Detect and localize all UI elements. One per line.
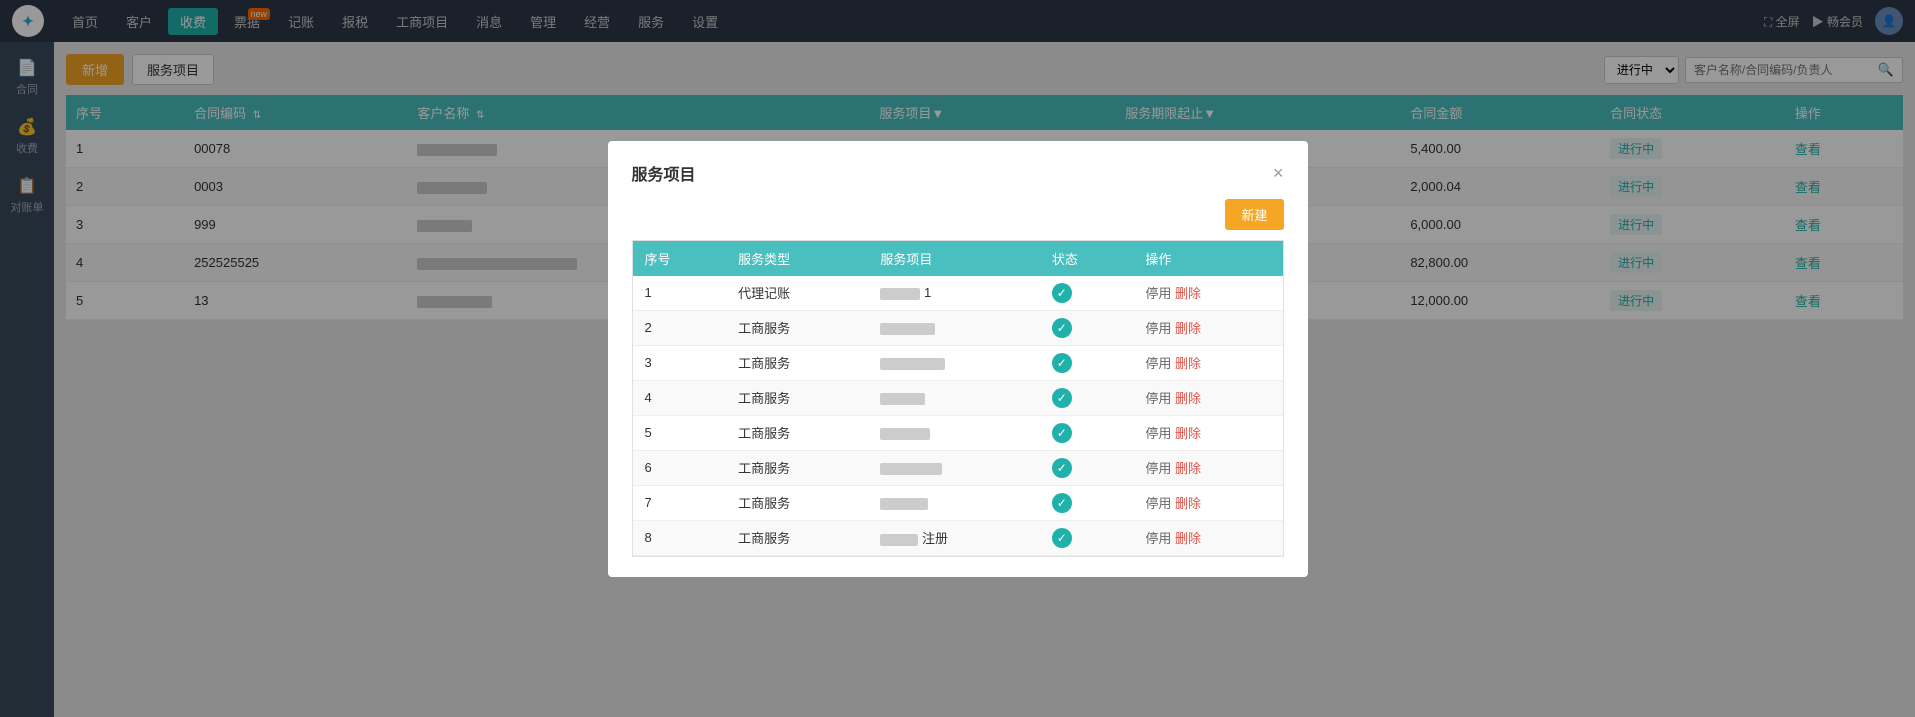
dialog-new-button[interactable]: 新建 (1225, 199, 1283, 230)
dcol-item: 服务项目 (868, 241, 1039, 276)
dcell-action: 停用 删除 (1133, 380, 1282, 415)
stop-button[interactable]: 停用 (1145, 528, 1171, 547)
dcell-type: 代理记账 (726, 276, 868, 311)
dialog-close-button[interactable]: × (1273, 164, 1284, 182)
list-item: 3 工商服务 ✓ 停用 删除 (633, 345, 1283, 380)
dcell-action: 停用 删除 (1133, 276, 1282, 311)
dcell-type: 工商服务 (726, 485, 868, 520)
dialog-header: 服务项目 × (632, 161, 1284, 185)
delete-button[interactable]: 删除 (1175, 318, 1201, 337)
list-item: 6 工商服务 ✓ 停用 删除 (633, 450, 1283, 485)
dcell-item (868, 485, 1039, 520)
dcell-status: ✓ (1040, 415, 1134, 450)
dcell-status: ✓ (1040, 276, 1134, 311)
delete-button[interactable]: 删除 (1175, 283, 1201, 302)
dcell-type: 工商服务 (726, 310, 868, 345)
delete-button[interactable]: 删除 (1175, 458, 1201, 477)
delete-button[interactable]: 删除 (1175, 528, 1201, 547)
status-check-icon: ✓ (1052, 423, 1072, 443)
delete-button[interactable]: 删除 (1175, 353, 1201, 372)
dcell-action: 停用 删除 (1133, 310, 1282, 345)
status-check-icon: ✓ (1052, 493, 1072, 513)
dialog-toolbar: 新建 (632, 199, 1284, 230)
stop-button[interactable]: 停用 (1145, 283, 1171, 302)
dcell-status: ✓ (1040, 485, 1134, 520)
dcell-status: ✓ (1040, 450, 1134, 485)
stop-button[interactable]: 停用 (1145, 423, 1171, 442)
dcell-action: 停用 删除 (1133, 345, 1282, 380)
dcell-status: ✓ (1040, 345, 1134, 380)
modal-overlay[interactable]: 服务项目 × 新建 序号 服务类型 服务项目 状态 操作 1 代理记账 (0, 0, 1915, 717)
list-item: 1 代理记账 1 ✓ 停用 删除 (633, 276, 1283, 311)
delete-button[interactable]: 删除 (1175, 493, 1201, 512)
dcell-item: 1 (868, 276, 1039, 311)
dcell-type: 工商服务 (726, 450, 868, 485)
dcell-type: 工商服务 (726, 380, 868, 415)
stop-button[interactable]: 停用 (1145, 458, 1171, 477)
service-dialog: 服务项目 × 新建 序号 服务类型 服务项目 状态 操作 1 代理记账 (608, 141, 1308, 577)
list-item: 7 工商服务 ✓ 停用 删除 (633, 485, 1283, 520)
dcell-item (868, 310, 1039, 345)
dcell-type: 工商服务 (726, 415, 868, 450)
status-check-icon: ✓ (1052, 283, 1072, 303)
list-item: 8 工商服务 注册 ✓ 停用 删除 (633, 520, 1283, 555)
dcell-seq: 2 (633, 310, 727, 345)
dcell-item (868, 345, 1039, 380)
dcell-action: 停用 删除 (1133, 485, 1282, 520)
dialog-title: 服务项目 (632, 161, 696, 185)
status-check-icon: ✓ (1052, 388, 1072, 408)
status-check-icon: ✓ (1052, 458, 1072, 478)
dcell-item: 注册 (868, 520, 1039, 555)
dcell-status: ✓ (1040, 520, 1134, 555)
dcell-type: 工商服务 (726, 345, 868, 380)
dcol-action: 操作 (1133, 241, 1282, 276)
dcell-seq: 4 (633, 380, 727, 415)
stop-button[interactable]: 停用 (1145, 493, 1171, 512)
stop-button[interactable]: 停用 (1145, 353, 1171, 372)
dcell-action: 停用 删除 (1133, 415, 1282, 450)
list-item: 2 工商服务 ✓ 停用 删除 (633, 310, 1283, 345)
stop-button[interactable]: 停用 (1145, 318, 1171, 337)
dcell-status: ✓ (1040, 310, 1134, 345)
dcell-action: 停用 删除 (1133, 520, 1282, 555)
stop-button[interactable]: 停用 (1145, 388, 1171, 407)
list-item: 4 工商服务 ✓ 停用 删除 (633, 380, 1283, 415)
status-check-icon: ✓ (1052, 353, 1072, 373)
dcell-seq: 1 (633, 276, 727, 311)
dcell-status: ✓ (1040, 380, 1134, 415)
dcol-type: 服务类型 (726, 241, 868, 276)
delete-button[interactable]: 删除 (1175, 388, 1201, 407)
dcol-status: 状态 (1040, 241, 1134, 276)
dialog-table-wrap: 序号 服务类型 服务项目 状态 操作 1 代理记账 1 ✓ 停用 删除 2 工商… (632, 240, 1284, 557)
dcell-action: 停用 删除 (1133, 450, 1282, 485)
status-check-icon: ✓ (1052, 318, 1072, 338)
dcol-seq: 序号 (633, 241, 727, 276)
dcell-seq: 6 (633, 450, 727, 485)
dcell-item (868, 450, 1039, 485)
dcell-seq: 3 (633, 345, 727, 380)
dcell-seq: 8 (633, 520, 727, 555)
dcell-seq: 7 (633, 485, 727, 520)
service-table: 序号 服务类型 服务项目 状态 操作 1 代理记账 1 ✓ 停用 删除 2 工商… (633, 241, 1283, 556)
dcell-type: 工商服务 (726, 520, 868, 555)
dcell-item (868, 380, 1039, 415)
list-item: 5 工商服务 ✓ 停用 删除 (633, 415, 1283, 450)
status-check-icon: ✓ (1052, 528, 1072, 548)
dcell-item (868, 415, 1039, 450)
dcell-seq: 5 (633, 415, 727, 450)
delete-button[interactable]: 删除 (1175, 423, 1201, 442)
